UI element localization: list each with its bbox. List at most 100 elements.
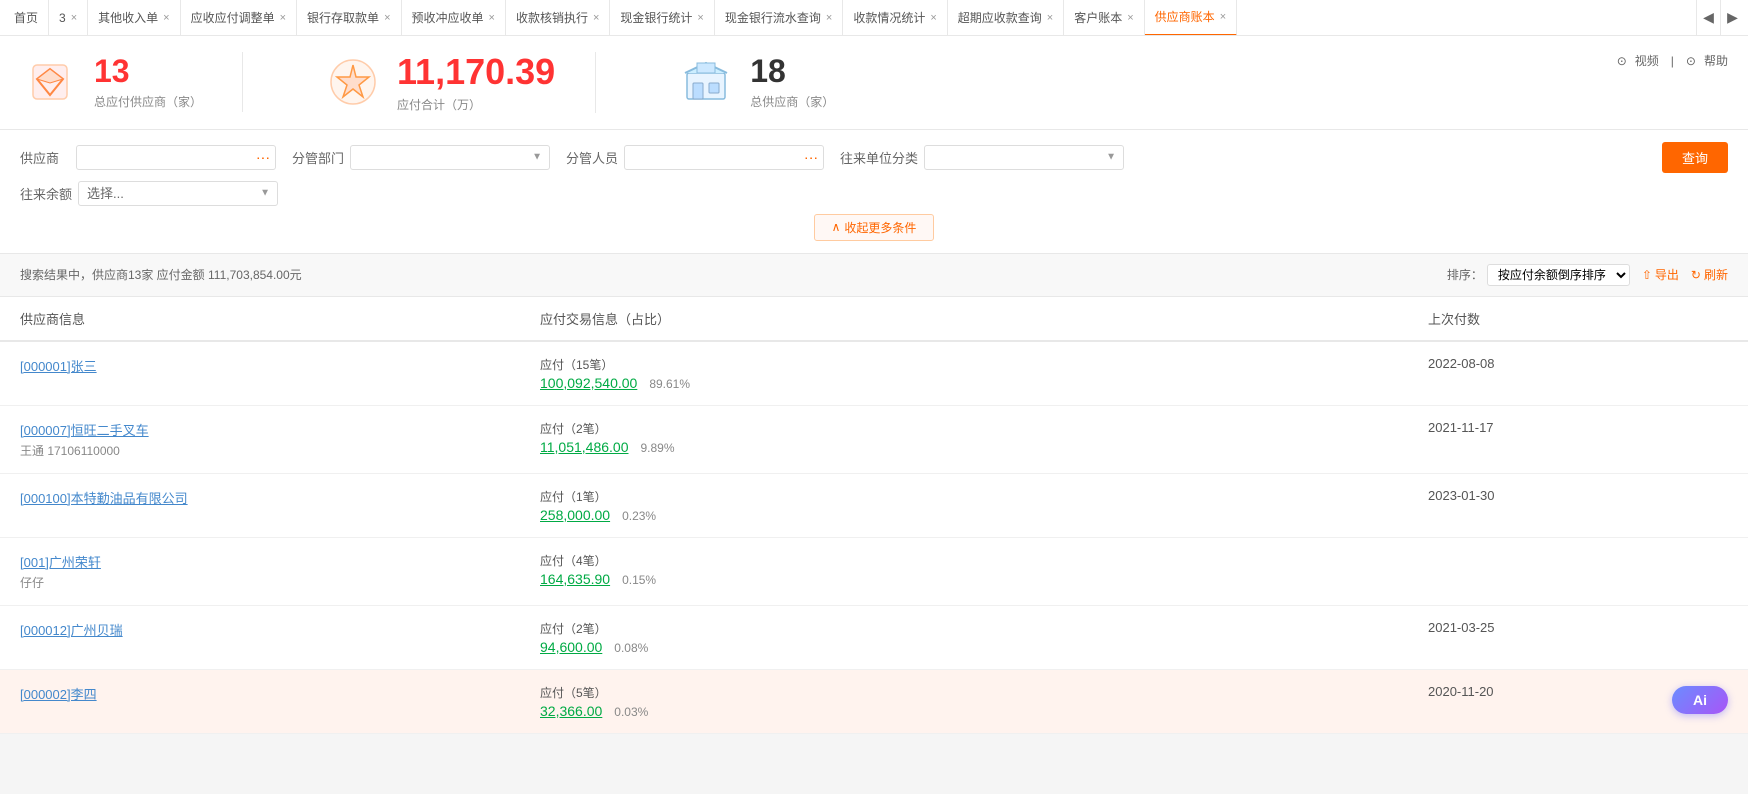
star-icon xyxy=(323,52,383,112)
nav-tab-cash-bank-stat[interactable]: 现金银行统计 × xyxy=(610,0,714,36)
trade-label: 应付（15笔） xyxy=(540,356,1428,373)
trade-amount[interactable]: 32,366.00 xyxy=(540,703,602,719)
supplier-link-000100[interactable]: [000100]本特勤油品有限公司 xyxy=(20,491,188,506)
export-button[interactable]: ⇧ 导出 xyxy=(1642,266,1679,283)
ai-label: Ai xyxy=(1693,692,1707,708)
balance-select[interactable]: 选择... xyxy=(78,181,278,206)
nav-tab-bank-deposit[interactable]: 银行存取款单 × xyxy=(297,0,401,36)
sort-control[interactable]: 排序： 按应付余额倒序排序 xyxy=(1447,264,1630,286)
stat-payable-suppliers-number: 13 xyxy=(94,54,202,89)
stat-payable-amount-label: 应付合计（万） xyxy=(397,96,555,113)
nav-tab-other-income-close[interactable]: × xyxy=(163,12,169,24)
nav-tab-collect-stat-label: 收款情况统计 xyxy=(853,9,925,26)
nav-tab-cash-bank-stat-close[interactable]: × xyxy=(697,12,703,24)
filter-category: 往来单位分类 xyxy=(840,145,1124,170)
nav-tab-home[interactable]: 首页 xyxy=(4,0,49,36)
trade-cell: 应付（4笔） 164,635.90 0.15% xyxy=(540,552,1428,587)
nav-tab-ap-adjust[interactable]: 应收应付调整单 × xyxy=(181,0,297,36)
collapse-button[interactable]: 收起更多条件 xyxy=(814,214,934,241)
nav-tab-collect-verify[interactable]: 收款核销执行 × xyxy=(506,0,610,36)
trade-label: 应付（1笔） xyxy=(540,488,1428,505)
nav-tab-3-close[interactable]: × xyxy=(71,12,77,24)
nav-tab-collect-stat-close[interactable]: × xyxy=(930,12,936,24)
table-row: [000007]恒旺二手叉车 王通 17106110000 应付（2笔） 11,… xyxy=(0,406,1748,474)
nav-tab-advance-collect[interactable]: 预收冲应收单 × xyxy=(402,0,506,36)
nav-tab-customer-account[interactable]: 客户账本 × xyxy=(1064,0,1144,36)
supplier-link-000001[interactable]: [000001]张三 xyxy=(20,359,97,374)
supplier-sub: 王通 17106110000 xyxy=(20,442,540,459)
trade-percent: 0.23% xyxy=(622,509,656,523)
divider: | xyxy=(1671,54,1674,68)
trade-amount[interactable]: 100,092,540.00 xyxy=(540,375,637,391)
person-input[interactable] xyxy=(624,145,824,170)
supplier-link-000012[interactable]: [000012]广州贝瑞 xyxy=(20,623,123,638)
trade-percent: 9.89% xyxy=(641,441,675,455)
trade-amount[interactable]: 164,635.90 xyxy=(540,571,610,587)
table-row: [000002]李四 应付（5笔） 32,366.00 0.03% 2020-1… xyxy=(0,670,1748,734)
supplier-cell: [000002]李四 xyxy=(20,684,540,703)
trade-percent: 0.08% xyxy=(614,641,648,655)
nav-tab-overdue-collect-close[interactable]: × xyxy=(1047,12,1053,24)
supplier-sub: 仔仔 xyxy=(20,574,540,591)
nav-tab-bank-deposit-close[interactable]: × xyxy=(384,12,390,24)
stat-payable-amount: 11,170.39 应付合计（万） xyxy=(283,52,596,113)
dept-select[interactable] xyxy=(350,145,550,170)
table-row: [000001]张三 应付（15笔） 100,092,540.00 89.61%… xyxy=(0,342,1748,406)
supplier-input[interactable] xyxy=(76,145,276,170)
supplier-link-000002[interactable]: [000002]李四 xyxy=(20,687,97,702)
stat-total-suppliers: 18 总供应商（家） xyxy=(636,52,874,112)
stat-payable-suppliers-label: 总应付供应商（家） xyxy=(94,93,202,110)
col-header-trade: 应付交易信息（占比） xyxy=(540,309,1428,328)
nav-tab-supplier-account-close[interactable]: × xyxy=(1220,11,1226,23)
nav-tab-supplier-account-label: 供应商账本 xyxy=(1155,8,1215,25)
nav-tab-collect-verify-label: 收款核销执行 xyxy=(516,9,588,26)
help-link[interactable]: 帮助 xyxy=(1704,52,1728,69)
nav-tab-3[interactable]: 3 × xyxy=(49,0,88,36)
nav-tab-other-income-label: 其他收入单 xyxy=(98,9,158,26)
nav-tab-cash-bank-flow-label: 现金银行流水查询 xyxy=(725,9,821,26)
supplier-link-000007[interactable]: [000007]恒旺二手叉车 xyxy=(20,423,149,438)
filter-supplier-label: 供应商 xyxy=(20,148,70,167)
stat-total-suppliers-number: 18 xyxy=(750,54,834,89)
nav-scroll-left[interactable]: ◀ xyxy=(1696,0,1720,36)
trade-amount[interactable]: 11,051,486.00 xyxy=(540,439,629,455)
nav-scroll-right[interactable]: ▶ xyxy=(1720,0,1744,36)
collapse-label: 收起更多条件 xyxy=(844,219,916,236)
filter-dept-label: 分管部门 xyxy=(292,148,344,167)
nav-tab-cash-bank-stat-label: 现金银行统计 xyxy=(620,9,692,26)
trade-amount-row: 11,051,486.00 9.89% xyxy=(540,437,1428,455)
filter-bar: 供应商 ··· 分管部门 分管人员 ··· 往来单位分类 xyxy=(0,130,1748,254)
table-header: 供应商信息 应付交易信息（占比） 上次付数 xyxy=(0,297,1748,342)
col-header-last-pay: 上次付数 xyxy=(1428,309,1728,328)
trade-label: 应付（5笔） xyxy=(540,684,1428,701)
trade-amount[interactable]: 94,600.00 xyxy=(540,639,602,655)
nav-tab-other-income[interactable]: 其他收入单 × xyxy=(88,0,180,36)
results-bar: 搜索结果中，供应商13家 应付金额 111,703,854.00元 排序： 按应… xyxy=(0,254,1748,297)
last-pay-cell: 2023-01-30 xyxy=(1428,488,1728,503)
nav-tab-cash-bank-flow-close[interactable]: × xyxy=(826,12,832,24)
nav-tab-supplier-account[interactable]: 供应商账本 × xyxy=(1145,0,1237,36)
filter-category-label: 往来单位分类 xyxy=(840,148,918,167)
sort-select-dropdown[interactable]: 按应付余额倒序排序 xyxy=(1487,264,1630,286)
nav-tab-advance-collect-close[interactable]: × xyxy=(489,12,495,24)
query-button[interactable]: 查询 xyxy=(1662,142,1728,173)
category-select[interactable] xyxy=(924,145,1124,170)
trade-amount-row: 258,000.00 0.23% xyxy=(540,505,1428,523)
refresh-button[interactable]: ↻ 刷新 xyxy=(1691,266,1728,283)
nav-tab-ap-adjust-close[interactable]: × xyxy=(280,12,286,24)
video-link[interactable]: 视频 xyxy=(1635,52,1659,69)
store-icon xyxy=(676,52,736,112)
nav-tab-overdue-collect[interactable]: 超期应收款查询 × xyxy=(948,0,1064,36)
nav-tab-customer-account-close[interactable]: × xyxy=(1127,12,1133,24)
nav-tab-cash-bank-flow[interactable]: 现金银行流水查询 × xyxy=(715,0,843,36)
stat-total-suppliers-label: 总供应商（家） xyxy=(750,93,834,110)
supplier-cell: [000007]恒旺二手叉车 王通 17106110000 xyxy=(20,420,540,459)
trade-amount[interactable]: 258,000.00 xyxy=(540,507,610,523)
filter-row-2: 往来余额 选择... xyxy=(20,181,1728,206)
trade-percent: 0.15% xyxy=(622,573,656,587)
supplier-link-001[interactable]: [001]广州荣轩 xyxy=(20,555,101,570)
ai-button[interactable]: Ai xyxy=(1672,686,1728,714)
stat-payable-suppliers: 13 总应付供应商（家） xyxy=(20,52,243,112)
nav-tab-collect-stat[interactable]: 收款情况统计 × xyxy=(843,0,947,36)
nav-tab-collect-verify-close[interactable]: × xyxy=(593,12,599,24)
